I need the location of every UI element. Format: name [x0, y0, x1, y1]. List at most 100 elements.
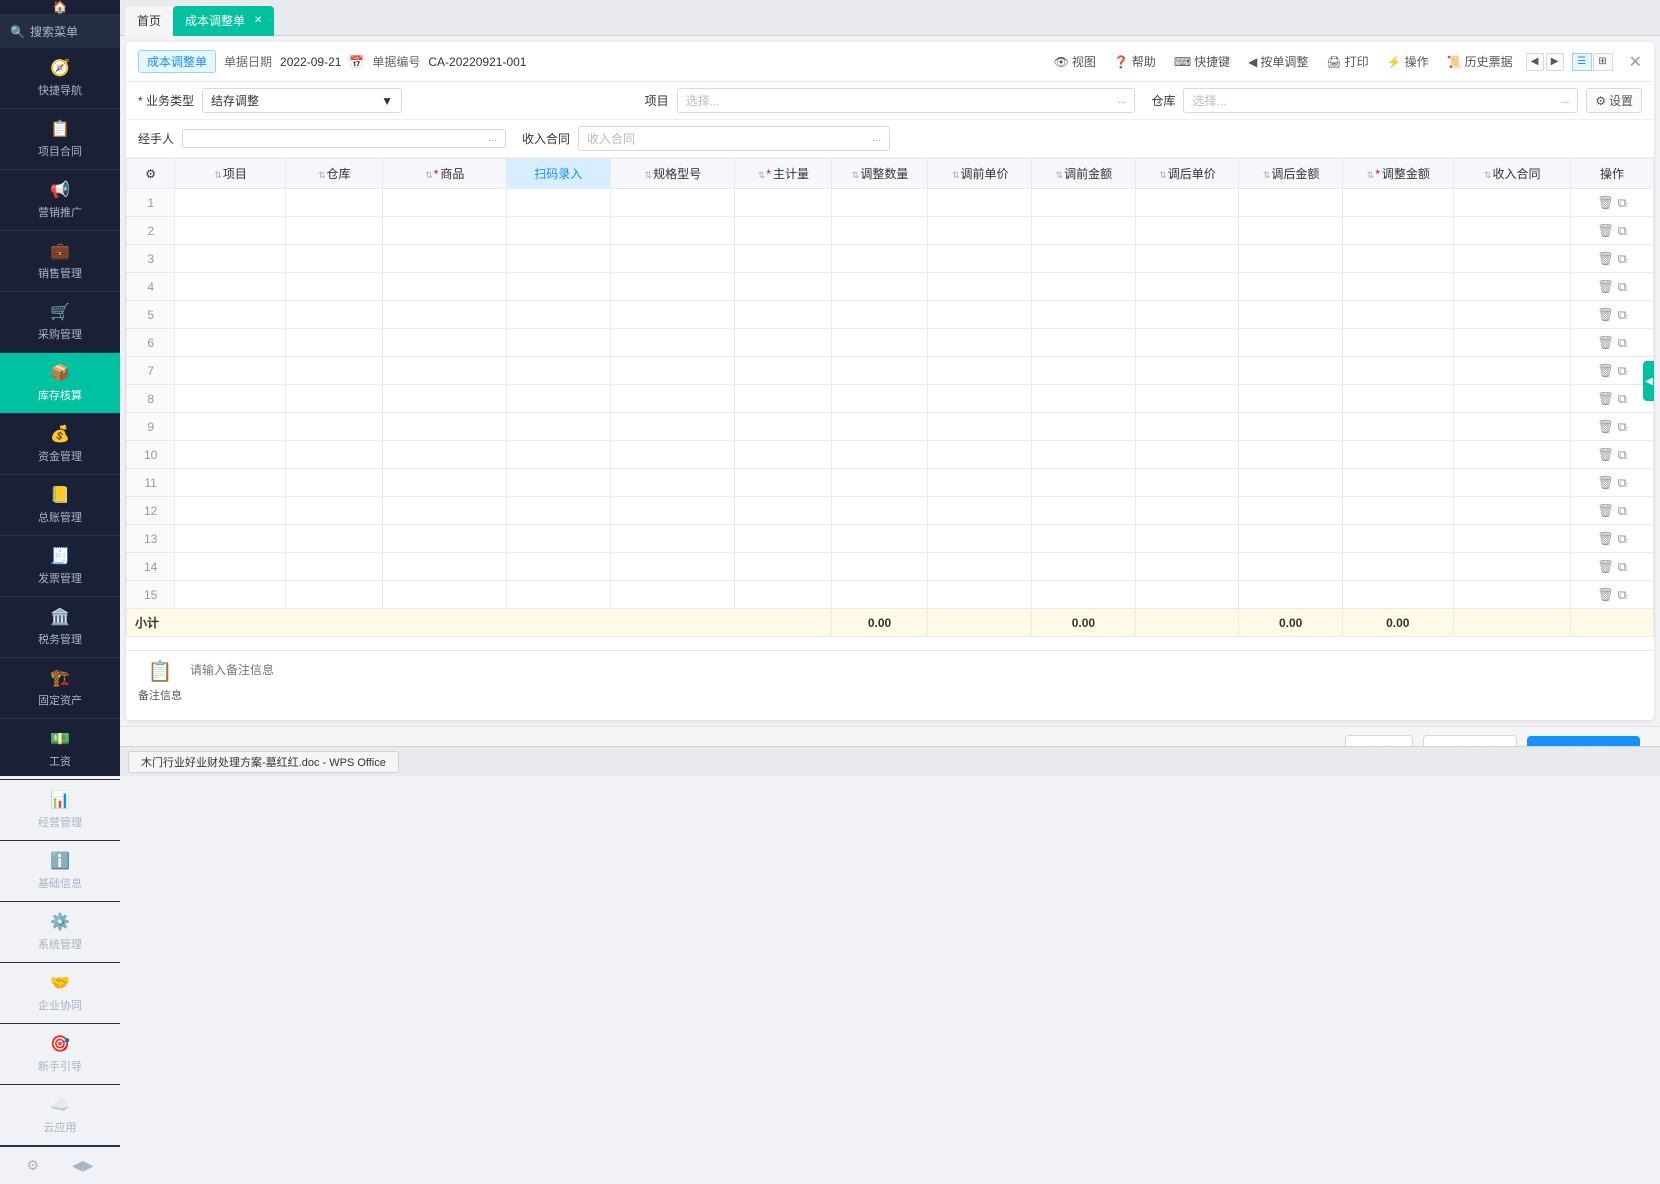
row-3-income-contract[interactable]	[1453, 245, 1570, 273]
row-12-adj-qty[interactable]	[831, 497, 928, 525]
row-5-scan[interactable]	[506, 301, 610, 329]
sidebar-item-fixed-assets[interactable]: 🏗️ 固定资产	[0, 658, 120, 719]
row-12-adj-amount[interactable]	[1342, 497, 1453, 525]
operations-btn[interactable]: ⚡ 操作	[1382, 51, 1434, 72]
row-1-delete-icon[interactable]: 🗑	[1597, 195, 1614, 211]
sidebar-item-project-contract[interactable]: 📋 项目合同	[0, 109, 120, 170]
row-12-income-contract[interactable]	[1453, 497, 1570, 525]
toggle-icon[interactable]: ◀▶	[72, 1157, 94, 1174]
row-13-before-price[interactable]	[928, 525, 1032, 553]
sidebar-item-ops-mgmt[interactable]: 📊 经营管理	[0, 780, 120, 841]
row-13-after-amount[interactable]	[1239, 525, 1343, 553]
row-12-product[interactable]	[382, 497, 506, 525]
row-6-income-contract[interactable]	[1453, 329, 1570, 357]
row-13-after-price[interactable]	[1135, 525, 1239, 553]
row-10-adj-qty[interactable]	[831, 441, 928, 469]
tab-close-icon[interactable]: ✕	[254, 15, 262, 26]
row-8-before-amount[interactable]	[1032, 385, 1136, 413]
col-header-adj-amount[interactable]: ⇅*调整金额	[1342, 159, 1453, 189]
row-5-after-price[interactable]	[1135, 301, 1239, 329]
row-1-income-contract[interactable]	[1453, 189, 1570, 217]
row-2-delete-icon[interactable]: 🗑	[1597, 223, 1614, 239]
row-7-after-price[interactable]	[1135, 357, 1239, 385]
row-7-after-amount[interactable]	[1239, 357, 1343, 385]
sidebar-item-payroll[interactable]: 💵 工资	[0, 719, 120, 780]
row-7-scan[interactable]	[506, 357, 610, 385]
row-2-copy-icon[interactable]: ⧉	[1618, 223, 1627, 239]
prev-btn[interactable]: ◀	[1526, 53, 1544, 71]
row-3-delete-icon[interactable]: 🗑	[1597, 251, 1614, 267]
row-3-copy-icon[interactable]: ⧉	[1618, 251, 1627, 267]
row-15-project[interactable]	[175, 581, 286, 609]
row-9-spec[interactable]	[610, 413, 734, 441]
row-9-unit[interactable]	[734, 413, 831, 441]
col-header-product[interactable]: ⇅*商品	[382, 159, 506, 189]
row-6-scan[interactable]	[506, 329, 610, 357]
row-9-adj-qty[interactable]	[831, 413, 928, 441]
view-btn[interactable]: 👁 视图	[1049, 51, 1101, 72]
row-7-spec[interactable]	[610, 357, 734, 385]
row-14-project[interactable]	[175, 553, 286, 581]
row-1-unit[interactable]	[734, 189, 831, 217]
row-11-product[interactable]	[382, 469, 506, 497]
list-view-btn[interactable]: ☰	[1572, 53, 1592, 71]
sidebar-item-system-mgmt[interactable]: ⚙️ 系统管理	[0, 902, 120, 963]
row-3-adj-amount[interactable]	[1342, 245, 1453, 273]
row-5-after-amount[interactable]	[1239, 301, 1343, 329]
row-8-income-contract[interactable]	[1453, 385, 1570, 413]
panel-close-btn[interactable]: ✕	[1629, 52, 1642, 72]
row-13-project[interactable]	[175, 525, 286, 553]
row-10-copy-icon[interactable]: ⧉	[1618, 447, 1627, 463]
row-3-warehouse[interactable]	[285, 245, 382, 273]
row-8-after-amount[interactable]	[1239, 385, 1343, 413]
row-4-income-contract[interactable]	[1453, 273, 1570, 301]
row-12-spec[interactable]	[610, 497, 734, 525]
row-15-adj-amount[interactable]	[1342, 581, 1453, 609]
row-13-adj-qty[interactable]	[831, 525, 928, 553]
row-9-after-price[interactable]	[1135, 413, 1239, 441]
row-5-spec[interactable]	[610, 301, 734, 329]
row-6-after-amount[interactable]	[1239, 329, 1343, 357]
row-11-spec[interactable]	[610, 469, 734, 497]
row-8-delete-icon[interactable]: 🗑	[1597, 391, 1614, 407]
col-header-before-amount[interactable]: ⇅调前金额	[1032, 159, 1136, 189]
row-6-adj-amount[interactable]	[1342, 329, 1453, 357]
row-10-warehouse[interactable]	[285, 441, 382, 469]
row-2-unit[interactable]	[734, 217, 831, 245]
sidebar-item-basic-info[interactable]: ℹ️ 基础信息	[0, 841, 120, 902]
notes-input[interactable]	[190, 659, 1642, 681]
row-11-delete-icon[interactable]: 🗑	[1597, 475, 1614, 491]
row-9-before-price[interactable]	[928, 413, 1032, 441]
row-1-adj-qty[interactable]	[831, 189, 928, 217]
row-10-spec[interactable]	[610, 441, 734, 469]
col-header-unit[interactable]: ⇅*主计量	[734, 159, 831, 189]
row-2-spec[interactable]	[610, 217, 734, 245]
row-1-before-amount[interactable]	[1032, 189, 1136, 217]
row-8-after-price[interactable]	[1135, 385, 1239, 413]
row-14-adj-qty[interactable]	[831, 553, 928, 581]
project-input[interactable]: 选择... ...	[677, 88, 1136, 113]
row-1-project[interactable]	[175, 189, 286, 217]
row-15-unit[interactable]	[734, 581, 831, 609]
row-3-spec[interactable]	[610, 245, 734, 273]
col-header-scan[interactable]: 扫码录入	[506, 159, 610, 189]
row-2-before-amount[interactable]	[1032, 217, 1136, 245]
row-7-before-price[interactable]	[928, 357, 1032, 385]
right-collapse-btn[interactable]: ◀	[1643, 361, 1654, 401]
col-header-warehouse[interactable]: ⇅仓库	[285, 159, 382, 189]
row-2-income-contract[interactable]	[1453, 217, 1570, 245]
row-1-before-price[interactable]	[928, 189, 1032, 217]
sidebar-item-tax[interactable]: 🏛️ 税务管理	[0, 597, 120, 658]
row-11-copy-icon[interactable]: ⧉	[1618, 475, 1627, 491]
col-header-settings[interactable]: ⚙	[127, 159, 175, 189]
row-6-copy-icon[interactable]: ⧉	[1618, 335, 1627, 351]
row-4-product[interactable]	[382, 273, 506, 301]
sidebar-item-enterprise-coop[interactable]: 🤝 企业协同	[0, 963, 120, 1024]
row-13-spec[interactable]	[610, 525, 734, 553]
row-10-after-price[interactable]	[1135, 441, 1239, 469]
row-14-copy-icon[interactable]: ⧉	[1618, 559, 1627, 575]
row-15-after-amount[interactable]	[1239, 581, 1343, 609]
help-btn[interactable]: ❓ 帮助	[1109, 51, 1161, 72]
row-13-unit[interactable]	[734, 525, 831, 553]
handler-input[interactable]: ...	[182, 129, 506, 148]
